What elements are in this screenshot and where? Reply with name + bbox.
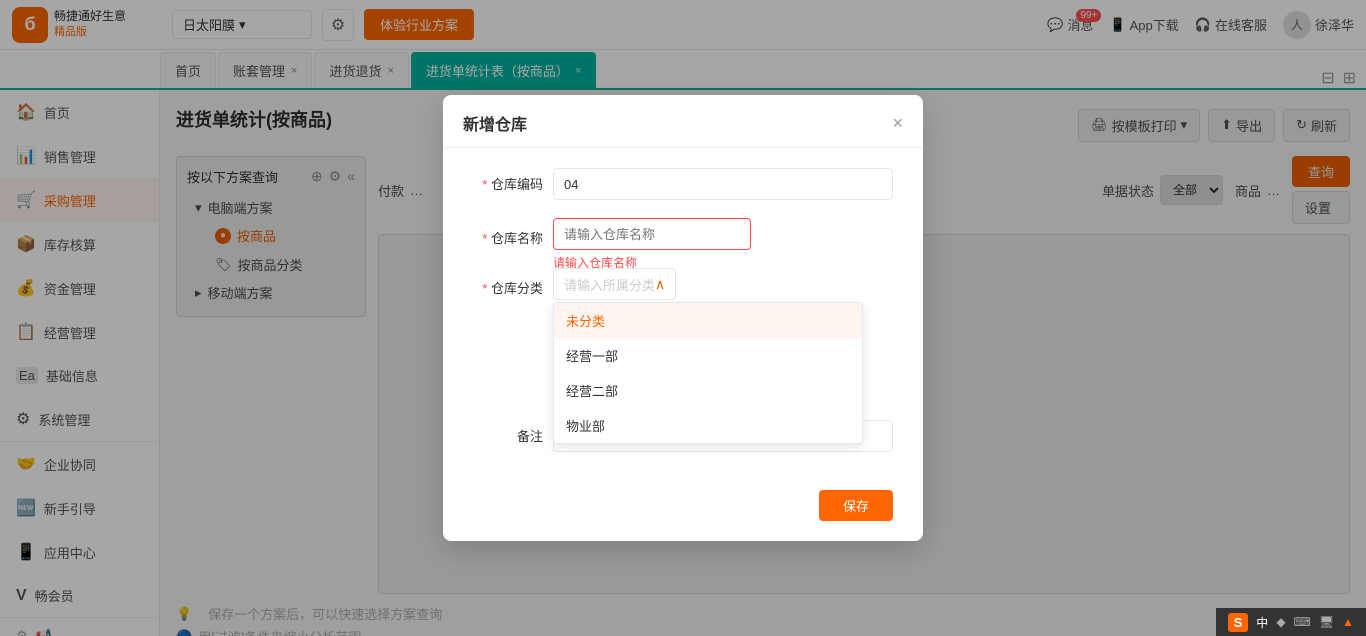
keyboard-icon[interactable]: ⌨ [1294, 615, 1311, 629]
category-label: * 仓库分类 [473, 272, 553, 297]
save-button[interactable]: 保存 [819, 490, 893, 521]
new-warehouse-dialog: 新增仓库 × * 仓库编码 * 仓库名称 [443, 95, 923, 541]
form-row-code: * 仓库编码 [473, 168, 893, 200]
dialog-close-button[interactable]: × [892, 113, 903, 134]
warehouse-name-input[interactable] [553, 218, 751, 250]
category-dropdown: 未分类 经营一部 经营二部 物业部 [553, 302, 863, 444]
remark-label: 备注 [473, 420, 553, 445]
dialog-title: 新增仓库 [463, 111, 527, 135]
dialog-header: 新增仓库 × [443, 95, 923, 148]
ime-icon[interactable]: 中 [1256, 614, 1268, 631]
dropdown-item-dept1[interactable]: 经营一部 [554, 338, 862, 373]
warehouse-code-input[interactable] [553, 168, 893, 200]
category-select-input[interactable]: 请输入所属分类 ∧ [553, 268, 676, 300]
name-label: * 仓库名称 [473, 222, 553, 247]
triangle-icon[interactable]: ▲ [1342, 615, 1354, 629]
form-row-category: * 仓库分类 请输入所属分类 ∧ 未分类 经营一部 经 [473, 268, 893, 300]
monitor-icon[interactable]: 🖥 [1319, 615, 1334, 629]
dropdown-item-unclassified[interactable]: 未分类 [554, 303, 862, 338]
s-logo: S [1228, 613, 1249, 632]
diamond-icon: ◆ [1276, 615, 1285, 629]
code-label: * 仓库编码 [473, 168, 553, 193]
modal-overlay: 新增仓库 × * 仓库编码 * 仓库名称 [0, 0, 1366, 636]
chevron-up-icon: ∧ [655, 276, 665, 293]
dropdown-item-property[interactable]: 物业部 [554, 408, 862, 443]
dropdown-item-dept2[interactable]: 经营二部 [554, 373, 862, 408]
dialog-body: * 仓库编码 * 仓库名称 请输入仓库名称 [443, 148, 923, 490]
dialog-footer: 保存 [443, 490, 923, 521]
form-row-name: * 仓库名称 请输入仓库名称 [473, 218, 893, 250]
